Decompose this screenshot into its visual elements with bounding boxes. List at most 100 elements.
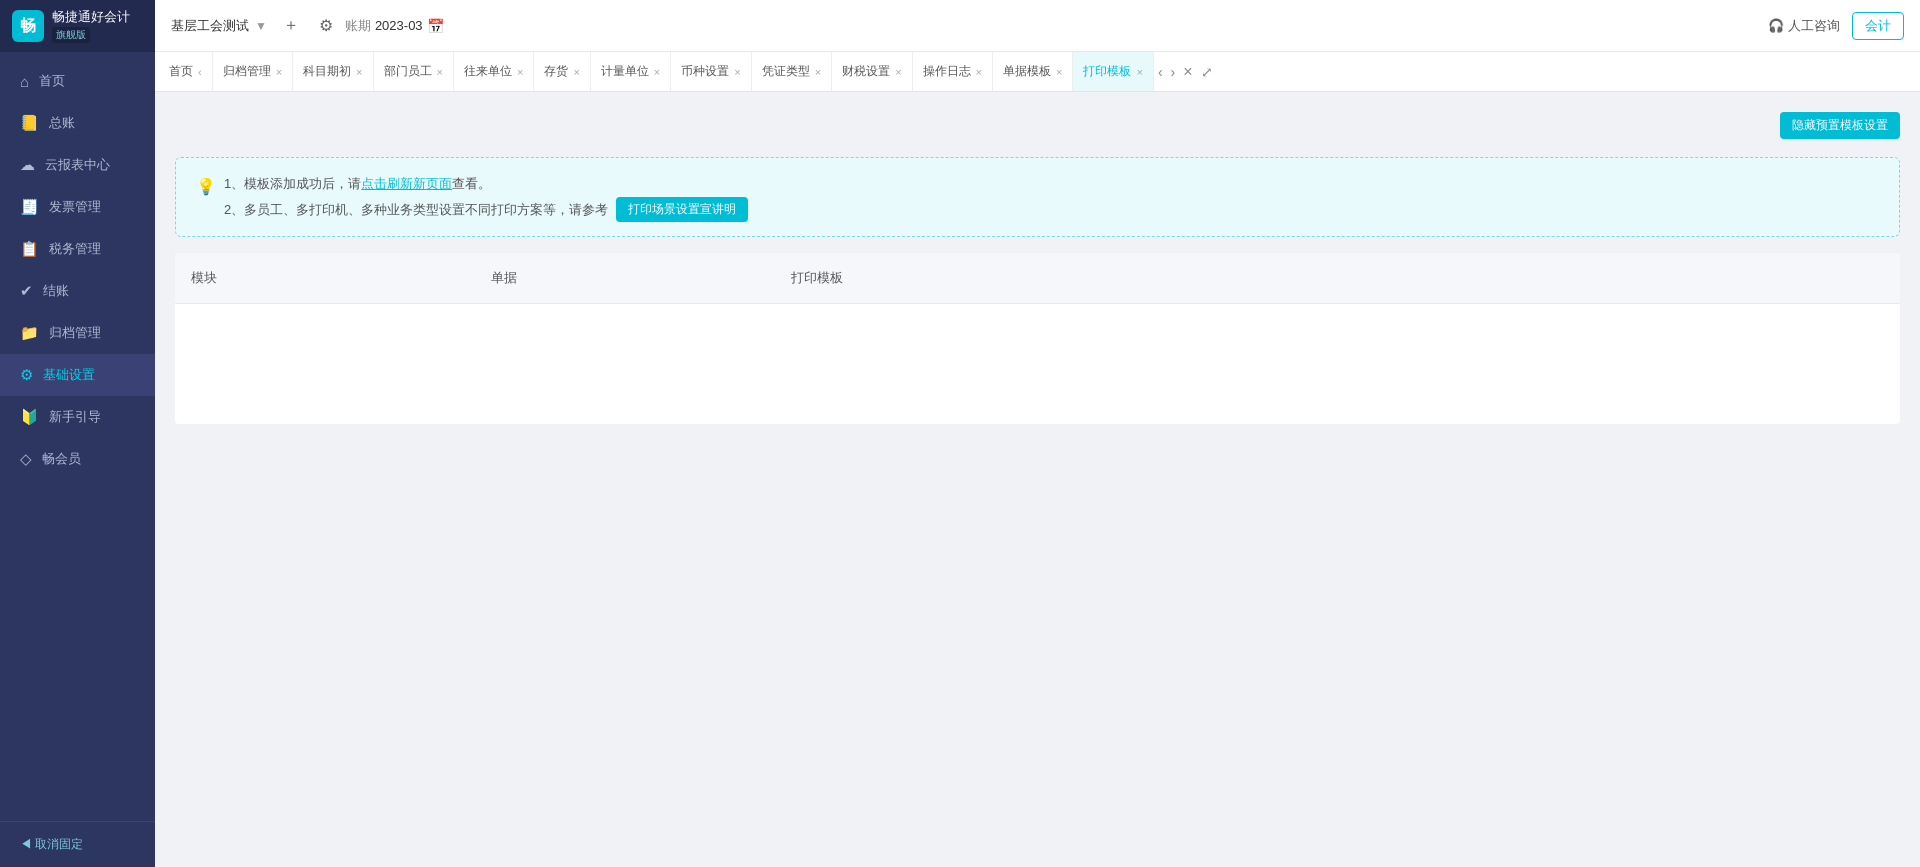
sidebar-item-tax[interactable]: 📋 税务管理 (0, 228, 155, 270)
tab-voucher-close[interactable]: × (815, 66, 821, 78)
sidebar-label-guide: 新手引导 (49, 408, 101, 426)
tab-prev-button[interactable]: ‹ (1154, 64, 1167, 80)
tab-subject-label: 科目期初 (303, 63, 351, 80)
sidebar-label-member: 畅会员 (42, 450, 81, 468)
dropdown-arrow-icon: ▼ (255, 19, 267, 33)
tab-unit-close[interactable]: × (654, 66, 660, 78)
tab-archive-label: 归档管理 (223, 63, 271, 80)
service-label: 人工咨询 (1788, 17, 1840, 35)
tab-inventory[interactable]: 存货 × (534, 52, 590, 92)
period-label: 账期 (345, 17, 371, 35)
sidebar-label-tax: 税务管理 (49, 240, 101, 258)
tab-dept-close[interactable]: × (437, 66, 443, 78)
unpin-label: ◀ 取消固定 (20, 836, 83, 853)
tab-dept-label: 部门员工 (384, 63, 432, 80)
tab-print[interactable]: 打印模板 × (1073, 52, 1153, 92)
tab-taxset-close[interactable]: × (895, 66, 901, 78)
tab-close-all-button[interactable]: × (1179, 63, 1196, 81)
project-selector[interactable]: 基层工会测试 ▼ (171, 17, 267, 35)
service-button[interactable]: 🎧 人工咨询 (1768, 17, 1840, 35)
sidebar-label-checkout: 结账 (43, 282, 69, 300)
sidebar-unpin-btn[interactable]: ◀ 取消固定 (0, 821, 155, 867)
tab-vendor[interactable]: 往来单位 × (454, 52, 534, 92)
sidebar-item-member[interactable]: ◇ 畅会员 (0, 438, 155, 480)
tab-receipt-label: 单据模板 (1003, 63, 1051, 80)
hide-template-button[interactable]: 隐藏预置模板设置 (1780, 112, 1900, 139)
period-value: 2023-03 (375, 18, 423, 33)
topbar-actions: ＋ ⚙ (279, 11, 337, 40)
tab-print-close[interactable]: × (1136, 66, 1142, 78)
tab-voucher[interactable]: 凭证类型 × (752, 52, 832, 92)
tab-home-label: 首页 (169, 63, 193, 80)
notice-line1-prefix: 1、模板添加成功后，请 (224, 176, 361, 191)
add-tab-button[interactable]: ＋ (279, 11, 303, 40)
tab-subject[interactable]: 科目期初 × (293, 52, 373, 92)
tab-voucher-label: 凭证类型 (762, 63, 810, 80)
lightbulb-icon: 💡 (196, 173, 216, 202)
member-icon: ◇ (20, 450, 32, 468)
sidebar-item-ledger[interactable]: 📒 总账 (0, 102, 155, 144)
tab-unit[interactable]: 计量单位 × (591, 52, 671, 92)
tab-home[interactable]: 首页 ‹ (159, 52, 213, 92)
project-name: 基层工会测试 (171, 17, 249, 35)
tab-archive[interactable]: 归档管理 × (213, 52, 293, 92)
tab-vendor-label: 往来单位 (464, 63, 512, 80)
tab-subject-close[interactable]: × (356, 66, 362, 78)
tab-oplog[interactable]: 操作日志 × (913, 52, 993, 92)
page-content: 隐藏预置模板设置 💡 1、模板添加成功后，请点击刷新新页面查看。 2、多员工、多… (155, 92, 1920, 867)
checkout-icon: ✔ (20, 282, 33, 300)
sidebar: 畅 畅捷通好会计 旗舰版 ⌂ 首页 📒 总账 ☁ 云报表中心 🧾 发票管理 📋 … (0, 0, 155, 867)
th-print-template: 打印模板 (775, 263, 1900, 293)
tab-inventory-label: 存货 (544, 63, 568, 80)
guide-icon: 🔰 (20, 408, 39, 426)
notice-line2-prefix: 2、多员工、多打印机、多种业务类型设置不同打印方案等，请参考 (224, 198, 608, 221)
tab-receipt[interactable]: 单据模板 × (993, 52, 1073, 92)
tab-currency[interactable]: 币种设置 × (671, 52, 751, 92)
sidebar-item-settings[interactable]: ⚙ 基础设置 (0, 354, 155, 396)
ledger-icon: 📒 (20, 114, 39, 132)
tab-taxset[interactable]: 财税设置 × (832, 52, 912, 92)
sidebar-item-home[interactable]: ⌂ 首页 (0, 60, 155, 102)
account-button[interactable]: 会计 (1852, 12, 1904, 40)
print-template-table: 模块 单据 打印模板 (175, 253, 1900, 424)
tab-currency-label: 币种设置 (681, 63, 729, 80)
sidebar-label-invoice: 发票管理 (49, 198, 101, 216)
sidebar-label-ledger: 总账 (49, 114, 75, 132)
settings-gear-button[interactable]: ⚙ (315, 12, 337, 39)
tab-oplog-close[interactable]: × (976, 66, 982, 78)
tab-expand-button[interactable]: ⤢ (1197, 64, 1217, 80)
sidebar-item-archive[interactable]: 📁 归档管理 (0, 312, 155, 354)
topbar-right: 🎧 人工咨询 会计 (1768, 12, 1904, 40)
home-icon: ⌂ (20, 73, 29, 90)
logo-text-block: 畅捷通好会计 旗舰版 (52, 9, 130, 44)
headset-icon: 🎧 (1768, 18, 1784, 33)
tab-next-button[interactable]: › (1167, 64, 1180, 80)
sidebar-item-guide[interactable]: 🔰 新手引导 (0, 396, 155, 438)
sidebar-item-invoice[interactable]: 🧾 发票管理 (0, 186, 155, 228)
hide-template-label: 隐藏预置模板设置 (1792, 118, 1888, 132)
print-scene-button[interactable]: 打印场景设置宣讲明 (616, 197, 748, 222)
tab-taxset-label: 财税设置 (842, 63, 890, 80)
sidebar-label-home: 首页 (39, 72, 65, 90)
th-module: 模块 (175, 263, 475, 293)
logo-name: 畅捷通好会计 (52, 9, 130, 26)
tab-dept[interactable]: 部门员工 × (374, 52, 454, 92)
notice-refresh-link[interactable]: 点击刷新新页面 (361, 176, 452, 191)
sidebar-label-reports: 云报表中心 (45, 156, 110, 174)
topbar: 基层工会测试 ▼ ＋ ⚙ 账期 2023-03 📅 🎧 人工咨询 会计 (155, 0, 1920, 52)
tax-icon: 📋 (20, 240, 39, 258)
tab-receipt-close[interactable]: × (1056, 66, 1062, 78)
invoice-icon: 🧾 (20, 198, 39, 216)
tab-archive-close[interactable]: × (276, 66, 282, 78)
tab-inventory-close[interactable]: × (573, 66, 579, 78)
tab-vendor-close[interactable]: × (517, 66, 523, 78)
sidebar-item-reports[interactable]: ☁ 云报表中心 (0, 144, 155, 186)
settings-icon: ⚙ (20, 366, 33, 384)
top-action-bar: 隐藏预置模板设置 (175, 112, 1900, 149)
calendar-icon: 📅 (427, 18, 444, 34)
notice-text: 1、模板添加成功后，请点击刷新新页面查看。 2、多员工、多打印机、多种业务类型设… (224, 172, 1879, 222)
tab-currency-close[interactable]: × (734, 66, 740, 78)
sidebar-item-checkout[interactable]: ✔ 结账 (0, 270, 155, 312)
period-selector[interactable]: 账期 2023-03 📅 (345, 17, 444, 35)
notice-row: 💡 1、模板添加成功后，请点击刷新新页面查看。 2、多员工、多打印机、多种业务类… (196, 172, 1879, 222)
